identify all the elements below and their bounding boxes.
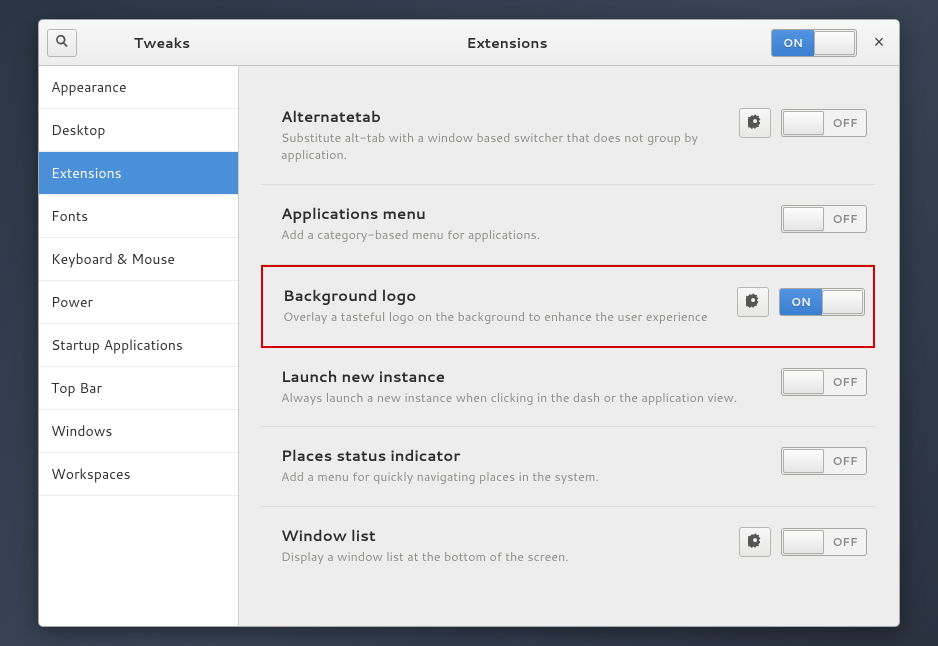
extension-prefs-button[interactable]: [739, 108, 771, 138]
sidebar-item-appearance[interactable]: Appearance: [39, 66, 238, 109]
extension-name: Launch new instance: [281, 366, 769, 387]
extension-switch[interactable]: OFF: [781, 368, 867, 396]
switch-thumb: [814, 31, 855, 55]
header-left: Tweaks: [45, 29, 243, 57]
extension-row-window-list: Window list Display a window list at the …: [261, 507, 875, 586]
switch-thumb: [783, 111, 824, 135]
switch-thumb: [783, 530, 824, 554]
extension-text: Places status indicator Add a menu for qu…: [281, 445, 769, 486]
extension-row-alternatetab: Alternatetab Substitute alt-tab with a wi…: [261, 88, 875, 185]
extension-switch[interactable]: OFF: [781, 447, 867, 475]
sidebar: Appearance Desktop Extensions Fonts Keyboard…: [39, 66, 239, 626]
split-view: Appearance Desktop Extensions Fonts Keyboard…: [39, 66, 899, 626]
extension-switch[interactable]: OFF: [781, 109, 867, 137]
sidebar-item-extensions[interactable]: Extensions: [39, 152, 238, 195]
sidebar-item-desktop[interactable]: Desktop: [39, 109, 238, 152]
header-bar: Tweaks Extensions ON ×: [39, 20, 899, 66]
extension-controls: OFF: [781, 366, 867, 396]
sidebar-item-power[interactable]: Power: [39, 281, 238, 324]
extension-controls: OFF: [739, 106, 867, 138]
extensions-master-switch[interactable]: ON: [771, 29, 857, 57]
extension-row-applications-menu: Applications menu Add a category-based me…: [261, 185, 875, 265]
sidebar-item-keyboard-mouse[interactable]: Keyboard & Mouse: [39, 238, 238, 281]
close-button[interactable]: ×: [865, 29, 893, 57]
sidebar-item-label: Power: [51, 292, 93, 312]
gear-icon: [748, 533, 763, 551]
extension-prefs-button[interactable]: [737, 287, 769, 317]
header-right: ON ×: [771, 29, 893, 57]
switch-off-label: OFF: [824, 529, 866, 555]
close-icon: ×: [874, 32, 885, 52]
switch-off-label: OFF: [824, 448, 866, 474]
extension-controls: ON: [737, 285, 865, 317]
extension-controls: OFF: [781, 203, 867, 233]
sidebar-item-label: Startup Applications: [51, 335, 183, 355]
sidebar-item-workspaces[interactable]: Workspaces: [39, 453, 238, 496]
extensions-list: Alternatetab Substitute alt-tab with a wi…: [239, 66, 899, 626]
extension-row-background-logo: Background logo Overlay a tasteful logo o…: [261, 265, 875, 348]
sidebar-item-fonts[interactable]: Fonts: [39, 195, 238, 238]
extension-controls: OFF: [739, 525, 867, 557]
sidebar-item-label: Fonts: [51, 206, 88, 226]
extension-name: Places status indicator: [281, 445, 769, 466]
extension-description: Add a category-based menu for applicatio…: [281, 227, 769, 244]
switch-on-label: ON: [780, 289, 822, 315]
sidebar-item-label: Top Bar: [51, 378, 102, 398]
switch-on-label: ON: [772, 30, 814, 56]
extension-switch[interactable]: ON: [779, 288, 865, 316]
page-title: Extensions: [243, 33, 771, 53]
switch-thumb: [783, 207, 824, 231]
extension-name: Window list: [281, 525, 727, 546]
search-icon: [55, 34, 69, 51]
extension-switch[interactable]: OFF: [781, 528, 867, 556]
sidebar-item-label: Desktop: [51, 120, 105, 140]
extension-description: Display a window list at the bottom of t…: [281, 549, 727, 566]
extension-description: Overlay a tasteful logo on the backgroun…: [283, 309, 725, 326]
switch-off-label: OFF: [824, 110, 866, 136]
extension-description: Always launch a new instance when clicki…: [281, 390, 769, 407]
sidebar-item-top-bar[interactable]: Top Bar: [39, 367, 238, 410]
app-title: Tweaks: [81, 33, 243, 53]
extension-text: Alternatetab Substitute alt-tab with a wi…: [281, 106, 727, 164]
extension-text: Applications menu Add a category-based me…: [281, 203, 769, 244]
extension-row-places-status-indicator: Places status indicator Add a menu for qu…: [261, 427, 875, 507]
search-button[interactable]: [47, 29, 77, 57]
switch-thumb: [783, 449, 824, 473]
extension-description: Add a menu for quickly navigating places…: [281, 469, 769, 486]
extension-name: Alternatetab: [281, 106, 727, 127]
extension-name: Applications menu: [281, 203, 769, 224]
extension-row-launch-new-instance: Launch new instance Always launch a new i…: [261, 348, 875, 428]
switch-off-label: OFF: [824, 206, 866, 232]
sidebar-item-windows[interactable]: Windows: [39, 410, 238, 453]
extension-description: Substitute alt-tab with a window based s…: [281, 130, 727, 164]
gear-icon: [746, 293, 761, 311]
sidebar-item-label: Extensions: [51, 163, 122, 183]
tweaks-window: Tweaks Extensions ON × Appearance Desktop…: [38, 19, 900, 627]
gear-icon: [748, 114, 763, 132]
sidebar-item-label: Workspaces: [51, 464, 131, 484]
extension-name: Background logo: [283, 285, 725, 306]
sidebar-item-label: Appearance: [51, 77, 127, 97]
extension-switch[interactable]: OFF: [781, 205, 867, 233]
switch-thumb: [783, 370, 824, 394]
extension-text: Window list Display a window list at the …: [281, 525, 727, 566]
extension-text: Background logo Overlay a tasteful logo o…: [283, 285, 725, 326]
extension-text: Launch new instance Always launch a new i…: [281, 366, 769, 407]
switch-thumb: [822, 290, 863, 314]
sidebar-item-startup-applications[interactable]: Startup Applications: [39, 324, 238, 367]
sidebar-item-label: Keyboard & Mouse: [51, 249, 175, 269]
switch-off-label: OFF: [824, 369, 866, 395]
sidebar-item-label: Windows: [51, 421, 112, 441]
extension-controls: OFF: [781, 445, 867, 475]
extension-prefs-button[interactable]: [739, 527, 771, 557]
